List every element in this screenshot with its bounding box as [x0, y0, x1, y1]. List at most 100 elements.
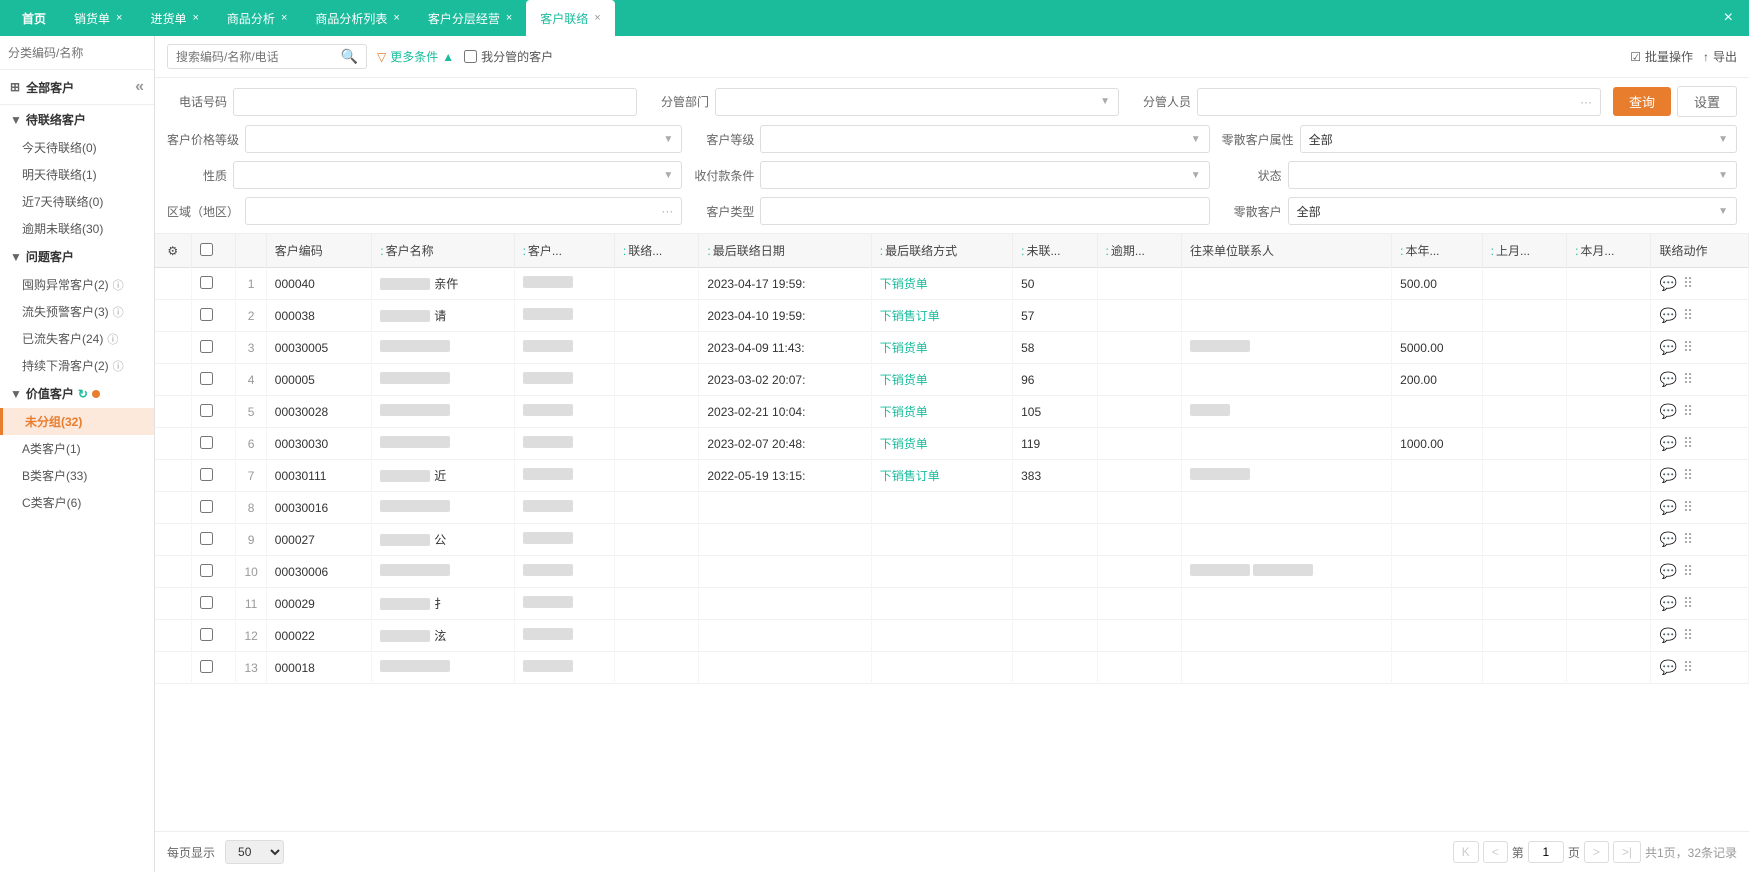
chat-icon[interactable]: 💬: [1659, 595, 1676, 612]
more-icon[interactable]: ⠿: [1683, 467, 1693, 484]
tab-customer-contact-close[interactable]: ×: [594, 12, 600, 24]
sidebar-group-problem-header[interactable]: ▼ 问题客户: [0, 242, 154, 271]
th-this-year[interactable]: :本年...: [1392, 234, 1482, 268]
tab-customer-contact[interactable]: 客户联络 ×: [526, 0, 614, 36]
reset-button[interactable]: 设置: [1677, 86, 1737, 117]
tab-purchase[interactable]: 进货单 ×: [136, 0, 212, 36]
chat-icon[interactable]: 💬: [1659, 499, 1676, 516]
th-code[interactable]: 客户编码: [266, 234, 371, 268]
tab-goods-analysis-close[interactable]: ×: [281, 12, 287, 24]
row-checkbox[interactable]: [200, 340, 213, 353]
more-icon[interactable]: ⠿: [1683, 627, 1693, 644]
contact-type-link[interactable]: 下销货单: [880, 341, 928, 355]
more-icon[interactable]: ⠿: [1683, 275, 1693, 292]
more-icon[interactable]: ⠿: [1683, 403, 1693, 420]
tab-customer-segment-close[interactable]: ×: [506, 12, 512, 24]
close-all-tabs[interactable]: ×: [1716, 9, 1741, 27]
more-icon[interactable]: ⠿: [1683, 307, 1693, 324]
row-checkbox[interactable]: [200, 372, 213, 385]
settings-icon[interactable]: ⚙: [167, 244, 178, 258]
row-checkbox[interactable]: [200, 628, 213, 641]
sidebar-item-overdue[interactable]: 逾期未联络(30): [0, 215, 154, 242]
sidebar-item-class-b[interactable]: B类客户(33): [0, 462, 154, 489]
th-this-month[interactable]: :本月...: [1567, 234, 1651, 268]
more-icon[interactable]: ⠿: [1683, 595, 1693, 612]
collapse-icon[interactable]: «: [135, 78, 144, 96]
sidebar-item-class-c[interactable]: C类客户(6): [0, 489, 154, 516]
filter-price-select[interactable]: ▼: [245, 125, 682, 153]
sidebar-item-7days[interactable]: 近7天待联络(0): [0, 188, 154, 215]
row-checkbox[interactable]: [200, 564, 213, 577]
chat-icon[interactable]: 💬: [1659, 435, 1676, 452]
more-icon[interactable]: ⠿: [1683, 371, 1693, 388]
row-checkbox[interactable]: [200, 532, 213, 545]
more-icon[interactable]: ⠿: [1683, 339, 1693, 356]
tab-home[interactable]: 首页: [8, 0, 60, 36]
sidebar-item-today[interactable]: 今天待联络(0): [0, 134, 154, 161]
chat-icon[interactable]: 💬: [1659, 339, 1676, 356]
filter-region-select[interactable]: ···: [245, 197, 682, 225]
select-all-checkbox[interactable]: [200, 243, 213, 256]
filter-scatter-attr-select[interactable]: 全部 ▼: [1300, 125, 1737, 153]
row-checkbox[interactable]: [200, 404, 213, 417]
more-icon[interactable]: ⠿: [1683, 435, 1693, 452]
sidebar-group-value-header[interactable]: ▼ 价值客户 ↻: [0, 379, 154, 408]
th-partner[interactable]: 往来单位联系人: [1181, 234, 1391, 268]
row-checkbox[interactable]: [200, 660, 213, 673]
chat-icon[interactable]: 💬: [1659, 531, 1676, 548]
contact-type-link[interactable]: 下销货单: [880, 277, 928, 291]
filter-search-icon[interactable]: 🔍: [341, 48, 358, 65]
row-checkbox[interactable]: [200, 436, 213, 449]
query-button[interactable]: 查询: [1613, 87, 1671, 116]
sidebar-item-churn-warning[interactable]: 流失预警客户(3) ⓘ: [0, 298, 154, 325]
filter-search-input[interactable]: [176, 50, 341, 64]
filter-payment-select[interactable]: ▼: [760, 161, 1209, 189]
sidebar-item-tomorrow[interactable]: 明天待联络(1): [0, 161, 154, 188]
filter-phone-input[interactable]: [233, 88, 637, 116]
th-last-month[interactable]: :上月...: [1482, 234, 1566, 268]
row-checkbox[interactable]: [200, 468, 213, 481]
contact-type-link[interactable]: 下销售订单: [880, 469, 940, 483]
row-checkbox[interactable]: [200, 596, 213, 609]
filter-level-select[interactable]: ▼: [760, 125, 1209, 153]
sidebar-search-input[interactable]: [8, 46, 155, 60]
th-last-date[interactable]: :最后联络日期: [699, 234, 871, 268]
th-uncontact[interactable]: :未联...: [1013, 234, 1097, 268]
th-overdue[interactable]: :逾期...: [1097, 234, 1181, 268]
batch-ops-btn[interactable]: ☑ 批量操作: [1630, 48, 1693, 65]
sidebar-all-customers[interactable]: ⊞ 全部客户 «: [0, 70, 154, 105]
more-conditions-btn[interactable]: ▽ 更多条件 ▲: [377, 48, 454, 65]
tab-sales-close[interactable]: ×: [116, 12, 122, 24]
chat-icon[interactable]: 💬: [1659, 467, 1676, 484]
chat-icon[interactable]: 💬: [1659, 563, 1676, 580]
tab-goods-analysis[interactable]: 商品分析 ×: [213, 0, 301, 36]
sidebar-item-abnormal[interactable]: 囤购异常客户(2) ⓘ: [0, 271, 154, 298]
tab-goods-list[interactable]: 商品分析列表 ×: [301, 0, 413, 36]
chat-icon[interactable]: 💬: [1659, 659, 1676, 676]
chat-icon[interactable]: 💬: [1659, 403, 1676, 420]
page-input[interactable]: [1528, 841, 1564, 863]
sidebar-item-churned[interactable]: 已流失客户(24) ⓘ: [0, 325, 154, 352]
sidebar-item-declining[interactable]: 持续下滑客户(2) ⓘ: [0, 352, 154, 379]
chat-icon[interactable]: 💬: [1659, 627, 1676, 644]
last-page-btn[interactable]: >|: [1613, 841, 1641, 863]
refresh-icon[interactable]: ↻: [78, 387, 88, 401]
th-name[interactable]: :客户名称: [372, 234, 514, 268]
sidebar-group-pending-header[interactable]: ▼ 待联络客户: [0, 105, 154, 134]
contact-type-link[interactable]: 下销货单: [880, 373, 928, 387]
tab-purchase-close[interactable]: ×: [192, 12, 198, 24]
first-page-btn[interactable]: K: [1453, 841, 1479, 863]
filter-dept-select[interactable]: ▼: [715, 88, 1119, 116]
row-checkbox[interactable]: [200, 308, 213, 321]
tab-sales[interactable]: 销货单 ×: [60, 0, 136, 36]
sidebar-item-class-a[interactable]: A类客户(1): [0, 435, 154, 462]
row-checkbox[interactable]: [200, 500, 213, 513]
filter-scatter-select[interactable]: 全部 ▼: [1288, 197, 1737, 225]
page-size-select[interactable]: 50 100 200: [225, 840, 284, 864]
filter-status-select[interactable]: ▼: [1288, 161, 1737, 189]
more-icon[interactable]: ⠿: [1683, 531, 1693, 548]
chat-icon[interactable]: 💬: [1659, 371, 1676, 388]
th-settings[interactable]: ⚙: [155, 234, 191, 268]
th-contact[interactable]: :联络...: [614, 234, 698, 268]
contact-type-link[interactable]: 下销售订单: [880, 309, 940, 323]
